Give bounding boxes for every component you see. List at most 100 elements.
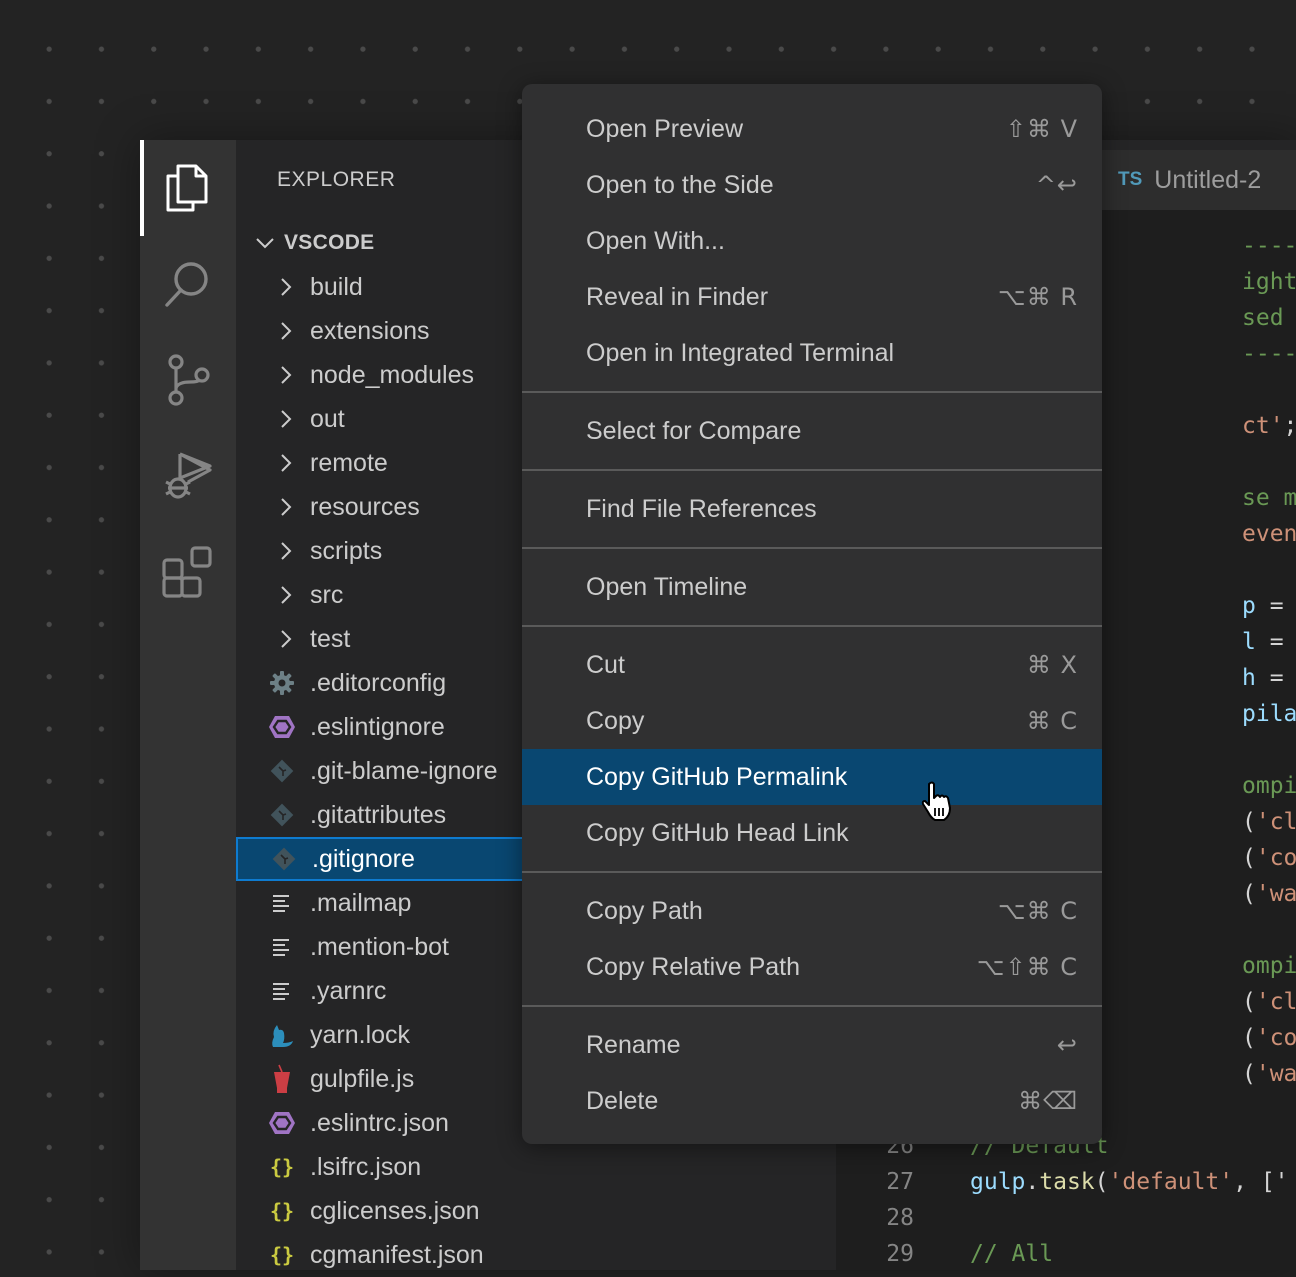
menu-item-open-preview[interactable]: Open Preview ⇧⌘ V — [522, 101, 1102, 157]
menu-item-cut[interactable]: Cut ⌘ X — [522, 637, 1102, 693]
menu-item-label: Find File References — [586, 495, 817, 523]
menu-item-label: Copy — [586, 707, 645, 735]
code-text: ('clean-client — [1242, 804, 1296, 840]
code-token: 'watch-client — [1255, 1061, 1296, 1087]
file-name: .yarnrc — [310, 976, 387, 1005]
folder-name: test — [310, 624, 351, 653]
activity-run-debug[interactable] — [140, 428, 236, 524]
code-text: p = require('g — [1242, 588, 1296, 624]
context-menu: Open Preview ⇧⌘ V Open to the Side ^↩ Open W… — [522, 84, 1102, 1144]
code-token: 'clean-client — [1255, 809, 1296, 835]
code-token: , [' — [1233, 1169, 1289, 1195]
text-lines-icon — [268, 933, 296, 961]
menu-item-label: Rename — [586, 1031, 681, 1059]
tree-file[interactable]: {} cgmanifest.json — [236, 1233, 836, 1277]
menu-item-open-timeline[interactable]: Open Timeline — [522, 559, 1102, 615]
source-control-icon — [168, 354, 210, 406]
menu-item-label: Open With... — [586, 227, 725, 255]
menu-item-reveal-in-finder[interactable]: Reveal in Finder ⌥⌘ R — [522, 269, 1102, 325]
folder-name: resources — [310, 492, 420, 521]
code-text: ompile for dev — [1242, 768, 1296, 804]
code-token: se max listene — [1242, 485, 1296, 511]
json-braces-icon: {} — [268, 1241, 296, 1269]
menu-item-label: Delete — [586, 1087, 659, 1115]
activity-explorer[interactable] — [140, 140, 236, 236]
keyboard-shortcut: ⌘ C — [1026, 707, 1078, 735]
svg-text:{}: {} — [270, 1199, 294, 1223]
code-text: events').Event — [1242, 516, 1296, 552]
code-token: ----------------- — [1242, 233, 1296, 259]
menu-item-label: Open in Integrated Terminal — [586, 339, 895, 367]
code-token: ( — [1242, 845, 1256, 871]
menu-item-copy[interactable]: Copy ⌘ C — [522, 693, 1102, 749]
code-text: ('compile-clie — [1242, 1020, 1296, 1056]
menu-separator — [522, 547, 1102, 549]
code-text: ----------------- — [1242, 336, 1296, 372]
tab-untitled-2[interactable]: TS Untitled-2 — [1102, 150, 1296, 210]
menu-item-rename[interactable]: Rename ↩ — [522, 1017, 1102, 1073]
code-token: ( — [1242, 989, 1256, 1015]
code-text: ('compile-clie — [1242, 840, 1296, 876]
code-token: 'watch-client — [1255, 881, 1296, 907]
menu-item-copy-github-permalink[interactable]: Copy GitHub Permalink — [522, 749, 1102, 805]
menu-item-label: Copy GitHub Head Link — [586, 819, 849, 847]
json-braces-icon: {} — [268, 1197, 296, 1225]
folder-name: scripts — [310, 536, 383, 565]
keyboard-shortcut: ⇧⌘ V — [1005, 115, 1078, 143]
code-token: pilation — [1242, 701, 1296, 727]
chevron-right-icon — [272, 405, 300, 433]
activity-extensions[interactable] — [140, 524, 236, 620]
code-line: 27 gulp.task('default', [' — [836, 1164, 1296, 1200]
git-icon — [268, 801, 296, 829]
menu-item-open-in-integrated-terminal[interactable]: Open in Integrated Terminal — [522, 325, 1102, 381]
activity-bar — [140, 140, 236, 1270]
activity-search[interactable] — [140, 236, 236, 332]
code-text: ('clean-client — [1242, 984, 1296, 1020]
code-token: gulp — [970, 1169, 1026, 1195]
menu-item-copy-github-head-link[interactable]: Copy GitHub Head Link — [522, 805, 1102, 861]
code-text: se max listene — [1242, 480, 1296, 516]
menu-item-open-to-the-side[interactable]: Open to the Side ^↩ — [522, 157, 1102, 213]
code-token: ompile for dev — [1242, 773, 1296, 799]
code-token: = — [1255, 593, 1296, 619]
menu-item-find-file-references[interactable]: Find File References — [522, 481, 1102, 537]
file-name: .eslintrc.json — [310, 1108, 449, 1137]
chevron-right-icon — [272, 449, 300, 477]
code-token: ; — [1284, 413, 1296, 439]
tree-file[interactable]: {} cglicenses.json — [236, 1189, 836, 1233]
svg-text:{}: {} — [270, 1155, 294, 1179]
menu-item-delete[interactable]: Delete ⌘⌫ — [522, 1073, 1102, 1129]
menu-separator — [522, 469, 1102, 471]
keyboard-shortcut: ⌘ X — [1026, 651, 1078, 679]
menu-item-select-for-compare[interactable]: Select for Compare — [522, 403, 1102, 459]
menu-item-open-with[interactable]: Open With... — [522, 213, 1102, 269]
code-text: ight (c) Micro — [1242, 264, 1296, 300]
keyboard-shortcut: ↩ — [1056, 1031, 1078, 1059]
keyboard-shortcut: ⌥⇧⌘ C — [976, 953, 1078, 981]
file-name: cgmanifest.json — [310, 1240, 484, 1269]
menu-item-copy-path[interactable]: Copy Path ⌥⌘ C — [522, 883, 1102, 939]
file-name: .eslintignore — [310, 712, 445, 741]
menu-item-label: Copy Path — [586, 897, 703, 925]
workspace-root-label: VSCODE — [284, 231, 375, 254]
search-icon — [165, 262, 208, 307]
code-token: ct' — [1242, 413, 1284, 439]
code-token: events' — [1242, 521, 1296, 547]
code-text: l = require('. — [1242, 624, 1296, 660]
text-lines-icon — [268, 889, 296, 917]
code-token: ( — [1242, 809, 1256, 835]
code-text: ('watch-client — [1242, 876, 1296, 912]
menu-item-label: Copy GitHub Permalink — [586, 763, 848, 791]
keyboard-shortcut: ⌥⌘ R — [998, 283, 1078, 311]
tree-file[interactable]: {} .lsifrc.json — [236, 1145, 836, 1189]
gear-icon — [268, 669, 296, 697]
keyboard-shortcut: ^↩ — [1035, 171, 1078, 199]
git-icon — [268, 757, 296, 785]
file-name: .gitignore — [312, 844, 415, 873]
file-name: .mention-bot — [310, 932, 449, 961]
menu-item-label: Open Timeline — [586, 573, 748, 601]
menu-separator — [522, 391, 1102, 393]
menu-item-copy-relative-path[interactable]: Copy Relative Path ⌥⇧⌘ C — [522, 939, 1102, 995]
file-name: .gitattributes — [310, 800, 447, 829]
activity-source-control[interactable] — [140, 332, 236, 428]
